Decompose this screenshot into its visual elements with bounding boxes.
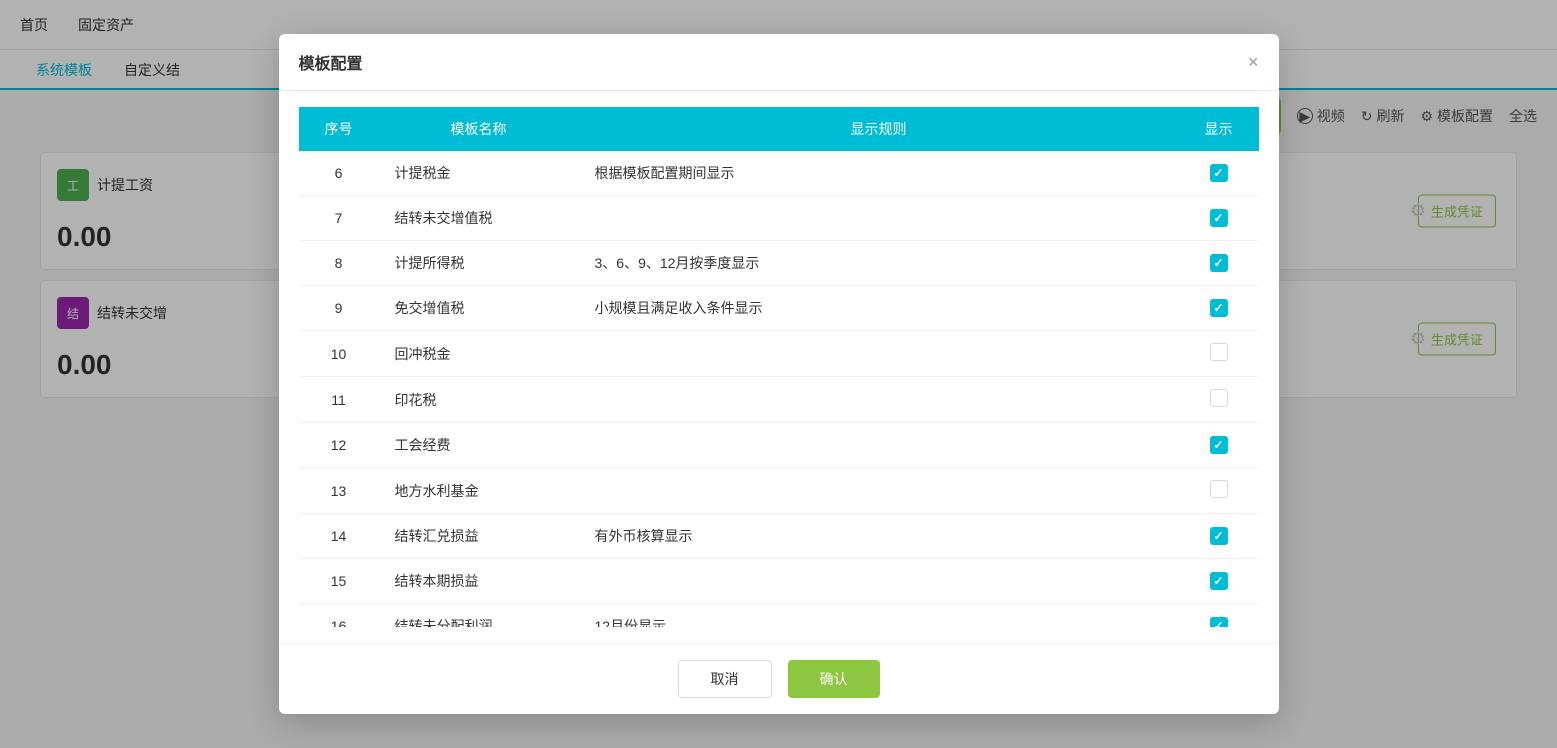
row-seq: 9 <box>299 286 379 331</box>
table-row: 7结转未交增值税 <box>299 196 1259 241</box>
row-name: 地方水利基金 <box>379 468 579 514</box>
row-name: 工会经费 <box>379 423 579 468</box>
table-row: 9免交增值税小规模且满足收入条件显示 <box>299 286 1259 331</box>
row-checkbox[interactable] <box>1210 617 1228 627</box>
cancel-button[interactable]: 取消 <box>678 660 772 698</box>
row-seq: 15 <box>299 559 379 604</box>
row-rule <box>579 196 1179 241</box>
modal-title: 模板配置 <box>299 50 363 74</box>
row-rule: 12月份显示 <box>579 604 1179 628</box>
row-checkbox[interactable] <box>1210 527 1228 545</box>
table-row: 10回冲税金 <box>299 331 1259 377</box>
row-rule: 3、6、9、12月按季度显示 <box>579 241 1179 286</box>
row-name: 结转未分配利润 <box>379 604 579 628</box>
col-header-seq: 序号 <box>299 107 379 151</box>
modal-close-button[interactable]: × <box>1248 53 1259 71</box>
table-row: 16结转未分配利润12月份显示 <box>299 604 1259 628</box>
confirm-button[interactable]: 确认 <box>788 660 880 698</box>
row-checkbox-cell <box>1179 241 1259 286</box>
row-checkbox-cell <box>1179 151 1259 196</box>
row-checkbox[interactable] <box>1210 572 1228 590</box>
row-rule: 根据模板配置期间显示 <box>579 151 1179 196</box>
modal-overlay: 模板配置 × 序号 模板名称 显示规则 显示 6计提税金根据模板配置期间显 <box>0 0 1557 748</box>
modal-body: 序号 模板名称 显示规则 显示 6计提税金根据模板配置期间显示7结转未交增值税8… <box>279 91 1279 643</box>
row-name: 回冲税金 <box>379 331 579 377</box>
row-rule <box>579 559 1179 604</box>
row-seq: 13 <box>299 468 379 514</box>
row-checkbox-cell <box>1179 604 1259 628</box>
row-rule <box>579 468 1179 514</box>
row-rule: 小规模且满足收入条件显示 <box>579 286 1179 331</box>
row-checkbox[interactable] <box>1210 164 1228 182</box>
table-row: 15结转本期损益 <box>299 559 1259 604</box>
row-seq: 6 <box>299 151 379 196</box>
modal-template-config: 模板配置 × 序号 模板名称 显示规则 显示 6计提税金根据模板配置期间显 <box>279 34 1279 714</box>
table-row: 14结转汇兑损益有外币核算显示 <box>299 514 1259 559</box>
table-row: 13地方水利基金 <box>299 468 1259 514</box>
row-name: 印花税 <box>379 377 579 423</box>
row-name: 结转本期损益 <box>379 559 579 604</box>
row-checkbox[interactable] <box>1210 209 1228 227</box>
row-checkbox[interactable] <box>1210 389 1228 407</box>
row-name: 结转未交增值税 <box>379 196 579 241</box>
config-table: 序号 模板名称 显示规则 显示 6计提税金根据模板配置期间显示7结转未交增值税8… <box>299 107 1259 627</box>
row-name: 免交增值税 <box>379 286 579 331</box>
row-seq: 11 <box>299 377 379 423</box>
row-checkbox-cell <box>1179 468 1259 514</box>
row-checkbox[interactable] <box>1210 299 1228 317</box>
row-name: 结转汇兑损益 <box>379 514 579 559</box>
row-name: 计提所得税 <box>379 241 579 286</box>
row-checkbox[interactable] <box>1210 480 1228 498</box>
row-seq: 10 <box>299 331 379 377</box>
row-checkbox-cell <box>1179 559 1259 604</box>
row-seq: 7 <box>299 196 379 241</box>
table-row: 11印花税 <box>299 377 1259 423</box>
row-rule <box>579 331 1179 377</box>
table-row: 8计提所得税3、6、9、12月按季度显示 <box>299 241 1259 286</box>
table-scroll-area[interactable]: 序号 模板名称 显示规则 显示 6计提税金根据模板配置期间显示7结转未交增值税8… <box>299 107 1259 627</box>
row-seq: 8 <box>299 241 379 286</box>
row-checkbox-cell <box>1179 377 1259 423</box>
row-seq: 16 <box>299 604 379 628</box>
col-header-display: 显示 <box>1179 107 1259 151</box>
row-checkbox-cell <box>1179 514 1259 559</box>
row-checkbox[interactable] <box>1210 436 1228 454</box>
modal-footer: 取消 确认 <box>279 643 1279 714</box>
row-checkbox[interactable] <box>1210 343 1228 361</box>
table-row: 12工会经费 <box>299 423 1259 468</box>
row-seq: 12 <box>299 423 379 468</box>
row-rule: 有外币核算显示 <box>579 514 1179 559</box>
table-row: 6计提税金根据模板配置期间显示 <box>299 151 1259 196</box>
row-checkbox-cell <box>1179 423 1259 468</box>
row-checkbox-cell <box>1179 286 1259 331</box>
row-checkbox-cell <box>1179 196 1259 241</box>
row-checkbox[interactable] <box>1210 254 1228 272</box>
row-rule <box>579 377 1179 423</box>
row-checkbox-cell <box>1179 331 1259 377</box>
col-header-rule: 显示规则 <box>579 107 1179 151</box>
row-seq: 14 <box>299 514 379 559</box>
row-name: 计提税金 <box>379 151 579 196</box>
col-header-name: 模板名称 <box>379 107 579 151</box>
row-rule <box>579 423 1179 468</box>
modal-header: 模板配置 × <box>279 34 1279 91</box>
